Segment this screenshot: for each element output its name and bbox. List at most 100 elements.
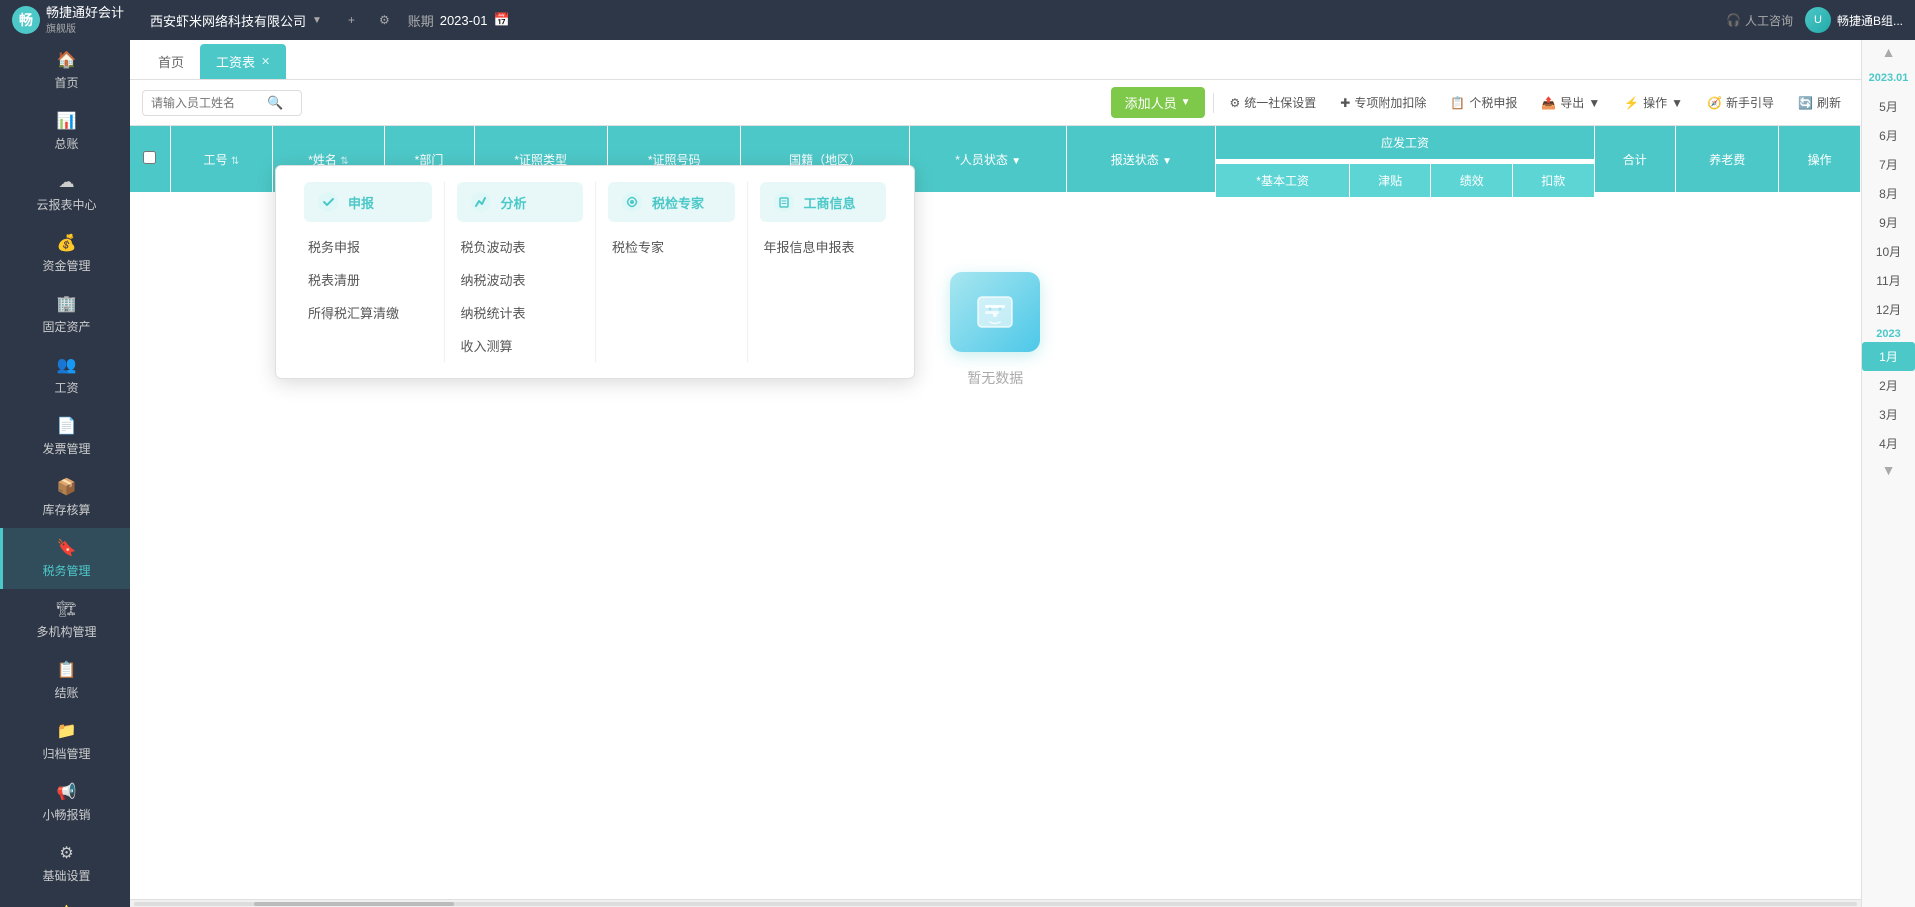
period-value: 2023-01 (440, 13, 488, 28)
tab-payroll-label: 工资表 (216, 52, 255, 71)
date-scroll-up[interactable]: ▲ (1878, 40, 1900, 64)
sidebar-item-invoice[interactable]: 📄 发票管理 (0, 406, 130, 467)
tab-payroll[interactable]: 工资表 ✕ (200, 44, 286, 79)
toolbar-tax-report[interactable]: 📋 个税申报 (1442, 89, 1525, 116)
date-month-5[interactable]: 5月 (1862, 92, 1915, 121)
special-deduction-label: 专项附加扣除 (1354, 94, 1426, 111)
service-label: 人工咨询 (1745, 12, 1793, 29)
tax-icon: 🔖 (57, 538, 77, 558)
sidebar-item-expense[interactable]: 📢 小畅报销 (0, 772, 130, 833)
headset-icon: 🎧 (1726, 13, 1741, 27)
settings-icon: ⚙ (59, 843, 73, 863)
sidebar-item-settings[interactable]: ⚙ 基础设置 (0, 833, 130, 894)
scroll-thumb[interactable] (254, 902, 454, 906)
menu-item-annual-report[interactable]: 年报信息申报表 (760, 230, 887, 263)
user-menu[interactable]: U 畅捷通B组... (1805, 7, 1903, 33)
date-month-3[interactable]: 3月 (1862, 400, 1915, 429)
sidebar-item-close[interactable]: 📋 结账 (0, 650, 130, 711)
toolbar-operations[interactable]: ⚡ 操作 ▼ (1616, 89, 1691, 116)
menu-item-tax-table[interactable]: 税表清册 (304, 263, 432, 296)
menu-item-tax-statistics[interactable]: 纳税统计表 (457, 296, 584, 329)
menu-section-tax-expert: 税检专家 税检专家 (595, 182, 747, 362)
horizontal-scroll[interactable] (130, 899, 1861, 907)
sidebar-item-archive[interactable]: 📁 归档管理 (0, 711, 130, 772)
select-all-checkbox[interactable] (143, 151, 156, 164)
date-month-8[interactable]: 8月 (1862, 179, 1915, 208)
date-month-10[interactable]: 10月 (1862, 237, 1915, 266)
tab-close-icon[interactable]: ✕ (261, 55, 270, 68)
sidebar-item-assets[interactable]: 🏢 固定资产 (0, 284, 130, 345)
ledger-icon: 📊 (57, 111, 77, 131)
archive-icon: 📁 (57, 721, 77, 741)
sidebar-item-payroll[interactable]: 👥 工资 (0, 345, 130, 406)
search-box[interactable]: 🔍 (142, 90, 302, 116)
tab-home[interactable]: 首页 (142, 44, 200, 79)
export-icon: 📤 (1541, 96, 1556, 110)
sidebar-item-home[interactable]: 🏠 首页 (0, 40, 130, 101)
date-year-2023: 2023 (1862, 324, 1915, 342)
payroll-icon: 👥 (57, 355, 77, 375)
sidebar-label-fund: 资金管理 (42, 257, 90, 274)
sidebar-item-fund[interactable]: 💰 资金管理 (0, 223, 130, 284)
sidebar-label-inventory: 库存核算 (42, 501, 90, 518)
date-panel: ▲ 2023.01 5月 6月 7月 8月 9月 10月 11月 12月 202… (1861, 40, 1915, 907)
filter-icon-status[interactable]: ▼ (1011, 156, 1021, 167)
date-month-12[interactable]: 12月 (1862, 295, 1915, 324)
date-scroll-down[interactable]: ▼ (1878, 458, 1900, 482)
add-company-button[interactable]: + (342, 10, 361, 30)
search-input[interactable] (151, 96, 261, 110)
export-label: 导出 (1560, 94, 1584, 111)
th-pension: 养老费 (1676, 126, 1779, 192)
settings-button[interactable]: ⚙ (373, 10, 396, 30)
tax-report-icon: 📋 (1450, 96, 1465, 110)
section-declare-title: 申报 (348, 193, 374, 212)
menu-item-tax-declare[interactable]: 税务申报 (304, 230, 432, 263)
search-icon[interactable]: 🔍 (267, 95, 283, 111)
home-icon: 🏠 (57, 50, 77, 70)
sidebar-item-multi-org[interactable]: 🏗 多机构管理 (0, 589, 130, 650)
section-expert-header: 税检专家 (608, 182, 735, 222)
th-deduction: 扣款 (1512, 164, 1594, 197)
sidebar-item-guide[interactable]: 🌟 新手引导 (0, 894, 130, 907)
add-person-chevron-icon: ▼ (1181, 97, 1191, 108)
menu-item-tax-expert[interactable]: 税检专家 (608, 230, 735, 263)
sidebar-label-assets: 固定资产 (42, 318, 90, 335)
refresh-icon: 🔄 (1798, 96, 1813, 110)
toolbar-export[interactable]: 📤 导出 ▼ (1533, 89, 1608, 116)
add-person-button[interactable]: 添加人员 ▼ (1111, 87, 1205, 118)
sidebar-item-cloud-report[interactable]: ☁ 云报表中心 (0, 162, 130, 223)
menu-item-income-calc[interactable]: 收入测算 (457, 329, 584, 362)
company-selector[interactable]: 西安虾米网络科技有限公司 ▼ (142, 7, 330, 34)
th-checkbox[interactable] (130, 126, 170, 192)
date-month-9[interactable]: 9月 (1862, 208, 1915, 237)
date-month-6[interactable]: 6月 (1862, 121, 1915, 150)
period-label: 账期 (408, 11, 434, 30)
operations-icon: ⚡ (1624, 96, 1639, 110)
menu-item-tax-burden[interactable]: 税负波动表 (457, 230, 584, 263)
toolbar-guide[interactable]: 🧭 新手引导 (1699, 89, 1782, 116)
date-month-1[interactable]: 1月 (1862, 342, 1915, 371)
toolbar-refresh[interactable]: 🔄 刷新 (1790, 89, 1849, 116)
tax-report-label: 个税申报 (1469, 94, 1517, 111)
toolbar-special-deduction[interactable]: ✚ 专项附加扣除 (1332, 89, 1434, 116)
sidebar-item-ledger[interactable]: 📊 总账 (0, 101, 130, 162)
menu-item-tax-payment[interactable]: 纳税波动表 (457, 263, 584, 296)
filter-icon-report[interactable]: ▼ (1162, 156, 1172, 167)
date-month-11[interactable]: 11月 (1862, 266, 1915, 295)
sort-icon-id[interactable]: ⇅ (231, 156, 239, 167)
fund-icon: 💰 (57, 233, 77, 253)
date-year-2023-top: 2023.01 (1865, 64, 1913, 92)
sidebar-item-inventory[interactable]: 📦 库存核算 (0, 467, 130, 528)
date-month-7[interactable]: 7月 (1862, 150, 1915, 179)
operations-chevron-icon: ▼ (1671, 96, 1683, 110)
content-area: 首页 工资表 ✕ 🔍 添加人员 ▼ ⚙ 统一社保设置 ✚ (130, 40, 1861, 907)
date-month-4[interactable]: 4月 (1862, 429, 1915, 458)
service-button[interactable]: 🎧 人工咨询 (1726, 12, 1793, 29)
sidebar-label-expense: 小畅报销 (42, 806, 90, 823)
calendar-icon[interactable]: 📅 (493, 12, 509, 28)
date-month-2[interactable]: 2月 (1862, 371, 1915, 400)
toolbar-social-security[interactable]: ⚙ 统一社保设置 (1222, 89, 1325, 116)
section-business-title: 工商信息 (804, 193, 856, 212)
sidebar-item-tax[interactable]: 🔖 税务管理 (0, 528, 130, 589)
menu-item-income-tax-settle[interactable]: 所得税汇算清缴 (304, 296, 432, 329)
